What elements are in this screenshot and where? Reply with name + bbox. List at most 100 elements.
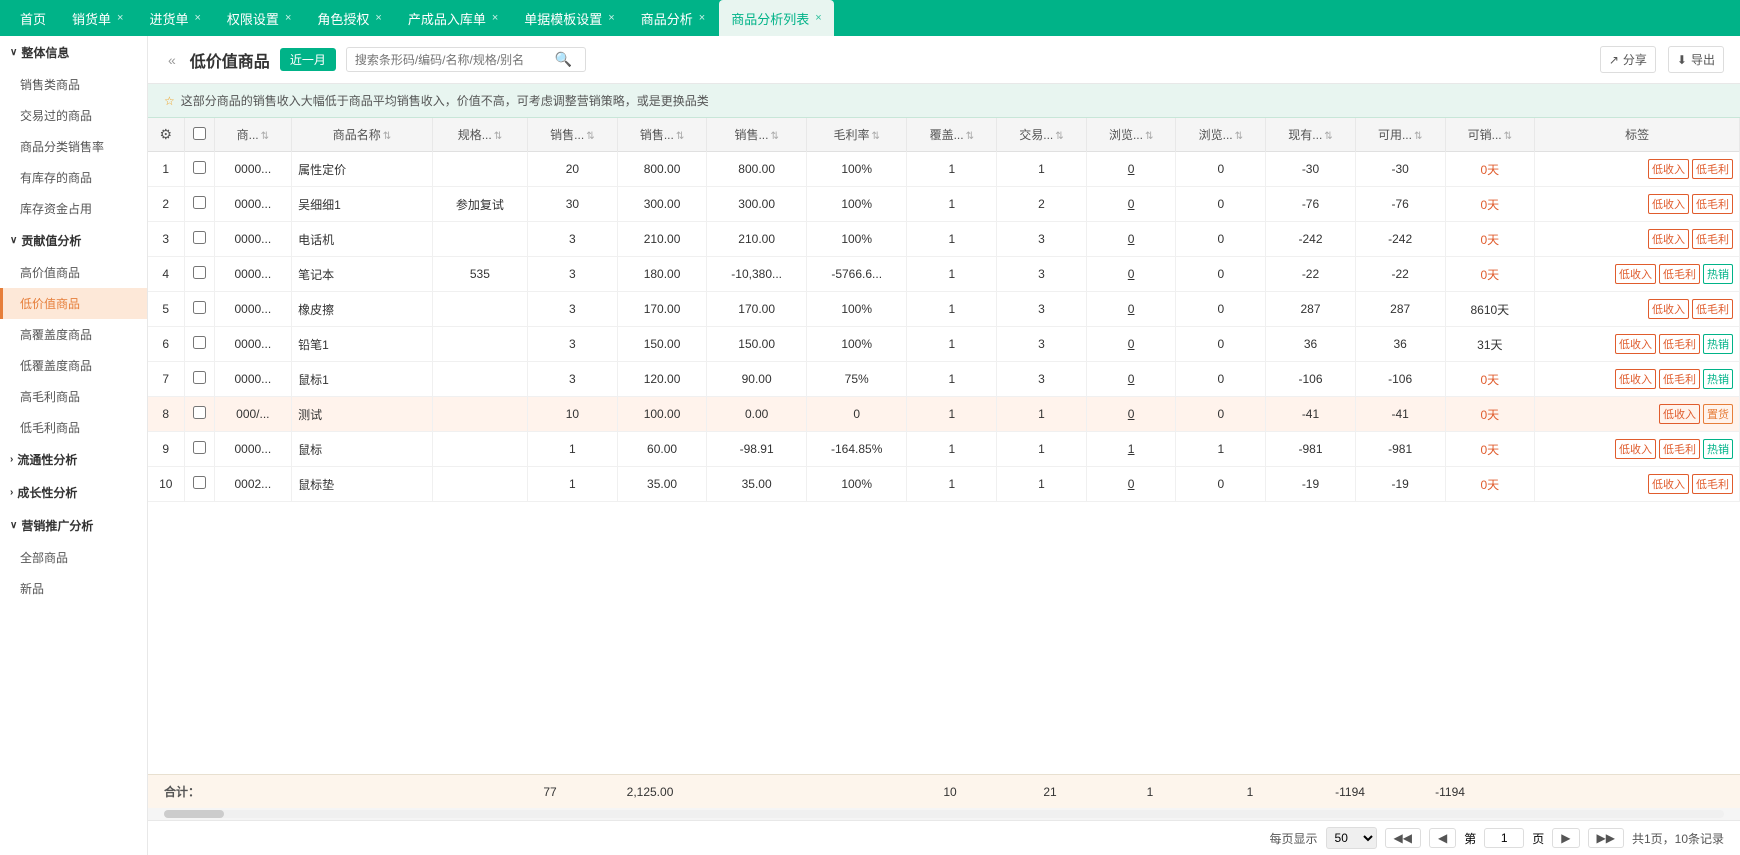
row-checkbox[interactable] — [193, 371, 206, 384]
nav-permission[interactable]: 权限设置 × — [215, 0, 303, 36]
tag-badge[interactable]: 低收入 — [1615, 334, 1656, 354]
browse1-link[interactable]: 0 — [1128, 337, 1135, 351]
tag-badge[interactable]: 热销 — [1703, 264, 1733, 284]
cell-checkbox[interactable] — [184, 432, 214, 467]
search-input[interactable] — [355, 53, 555, 67]
tag-badge[interactable]: 低毛利 — [1692, 229, 1733, 249]
scrollbar-thumb[interactable] — [164, 810, 224, 818]
sidebar-group-overall[interactable]: ∨ 整体信息 — [0, 36, 147, 69]
sidebar-group-marketing[interactable]: ∨ 营销推广分析 — [0, 509, 147, 542]
browse1-link[interactable]: 0 — [1128, 477, 1135, 491]
nav-home[interactable]: 首页 — [8, 0, 58, 36]
cell-checkbox[interactable] — [184, 397, 214, 432]
cell-browse1[interactable]: 0 — [1086, 397, 1176, 432]
close-icon[interactable]: × — [699, 12, 705, 24]
share-btn[interactable]: ↗ 分享 — [1600, 46, 1656, 73]
nav-product-analysis[interactable]: 商品分析 × — [629, 0, 717, 36]
nav-product-inbound[interactable]: 产成品入库单 × — [396, 0, 510, 36]
tag-badge[interactable]: 低毛利 — [1692, 194, 1733, 214]
cell-checkbox[interactable] — [184, 327, 214, 362]
close-icon[interactable]: × — [194, 12, 200, 24]
browse1-link[interactable]: 0 — [1128, 197, 1135, 211]
tag-badge[interactable]: 低收入 — [1648, 194, 1689, 214]
nav-purchase-order[interactable]: 进货单 × — [137, 0, 212, 36]
close-icon[interactable]: × — [492, 12, 498, 24]
col-gross-margin[interactable]: 毛利率⇅ — [806, 118, 907, 152]
row-checkbox[interactable] — [193, 476, 206, 489]
browse1-link[interactable]: 1 — [1128, 442, 1135, 456]
tag-badge[interactable]: 低收入 — [1659, 404, 1700, 424]
nav-template-settings[interactable]: 单据模板设置 × — [512, 0, 626, 36]
nav-product-analysis-list[interactable]: 商品分析列表 × — [719, 0, 833, 36]
sidebar-item-category-sales-rate[interactable]: 商品分类销售率 — [0, 131, 147, 162]
close-icon[interactable]: × — [608, 12, 614, 24]
page-size-select[interactable]: 50 100 200 — [1326, 827, 1377, 849]
row-checkbox[interactable] — [193, 336, 206, 349]
next-page-btn[interactable]: ▶ — [1552, 828, 1579, 848]
sidebar-group-growth[interactable]: › 成长性分析 — [0, 476, 147, 509]
tag-badge[interactable]: 低毛利 — [1692, 299, 1733, 319]
tag-badge[interactable]: 热销 — [1703, 439, 1733, 459]
col-transaction[interactable]: 交易...⇅ — [997, 118, 1087, 152]
tag-badge[interactable]: 低收入 — [1648, 229, 1689, 249]
tag-badge[interactable]: 低毛利 — [1659, 439, 1700, 459]
row-checkbox[interactable] — [193, 441, 206, 454]
cell-browse1[interactable]: 0 — [1086, 222, 1176, 257]
horizontal-scrollbar[interactable] — [164, 810, 1724, 818]
sidebar-item-sales-products[interactable]: 销售类商品 — [0, 69, 147, 100]
sidebar-item-low-coverage[interactable]: 低覆盖度商品 — [0, 350, 147, 381]
cell-browse1[interactable]: 1 — [1086, 432, 1176, 467]
export-btn[interactable]: ⬇ 导出 — [1668, 46, 1724, 73]
sidebar-item-low-value[interactable]: 低价值商品 — [0, 288, 147, 319]
col-sales-amt[interactable]: 销售...⇅ — [617, 118, 707, 152]
filter-period-btn[interactable]: 近一月 — [280, 48, 336, 71]
tag-badge[interactable]: 置货 — [1703, 404, 1733, 424]
cell-browse1[interactable]: 0 — [1086, 187, 1176, 222]
tag-badge[interactable]: 低收入 — [1648, 159, 1689, 179]
col-code[interactable]: 商...⇅ — [214, 118, 292, 152]
tag-badge[interactable]: 低毛利 — [1659, 369, 1700, 389]
col-select-all[interactable] — [184, 118, 214, 152]
cell-checkbox[interactable] — [184, 187, 214, 222]
col-saleable[interactable]: 可销...⇅ — [1445, 118, 1535, 152]
col-coverage[interactable]: 覆盖...⇅ — [907, 118, 997, 152]
sidebar-item-all-products[interactable]: 全部商品 — [0, 542, 147, 573]
row-checkbox[interactable] — [193, 301, 206, 314]
tag-badge[interactable]: 热销 — [1703, 334, 1733, 354]
nav-sales-order[interactable]: 销货单 × — [60, 0, 135, 36]
cell-checkbox[interactable] — [184, 257, 214, 292]
tag-badge[interactable]: 热销 — [1703, 369, 1733, 389]
col-current[interactable]: 现有...⇅ — [1266, 118, 1356, 152]
tag-badge[interactable]: 低收入 — [1615, 439, 1656, 459]
nav-role-auth[interactable]: 角色授权 × — [305, 0, 393, 36]
tag-badge[interactable]: 低收入 — [1648, 299, 1689, 319]
last-page-btn[interactable]: ▶▶ — [1588, 828, 1624, 848]
sidebar-group-contribution[interactable]: ∨ 贡献值分析 — [0, 224, 147, 257]
tag-badge[interactable]: 低毛利 — [1692, 159, 1733, 179]
browse1-link[interactable]: 0 — [1128, 267, 1135, 281]
cell-browse1[interactable]: 0 — [1086, 467, 1176, 502]
close-icon[interactable]: × — [285, 12, 291, 24]
browse1-link[interactable]: 0 — [1128, 162, 1135, 176]
row-checkbox[interactable] — [193, 406, 206, 419]
sidebar-item-high-coverage[interactable]: 高覆盖度商品 — [0, 319, 147, 350]
row-checkbox[interactable] — [193, 266, 206, 279]
col-browse2[interactable]: 浏览...⇅ — [1176, 118, 1266, 152]
sidebar-item-new-products[interactable]: 新品 — [0, 573, 147, 604]
tag-badge[interactable]: 低收入 — [1615, 264, 1656, 284]
sidebar-item-high-margin[interactable]: 高毛利商品 — [0, 381, 147, 412]
sidebar-toggle-btn[interactable]: « — [164, 48, 180, 72]
cell-browse1[interactable]: 0 — [1086, 257, 1176, 292]
sidebar-item-stock-products[interactable]: 有库存的商品 — [0, 162, 147, 193]
row-checkbox[interactable] — [193, 231, 206, 244]
tag-badge[interactable]: 低收入 — [1648, 474, 1689, 494]
select-all-checkbox[interactable] — [193, 127, 206, 140]
tag-badge[interactable]: 低毛利 — [1659, 334, 1700, 354]
cell-browse1[interactable]: 0 — [1086, 362, 1176, 397]
sidebar-item-stock-capital[interactable]: 库存资金占用 — [0, 193, 147, 224]
close-icon[interactable]: × — [815, 12, 821, 24]
row-checkbox[interactable] — [193, 161, 206, 174]
tag-badge[interactable]: 低收入 — [1615, 369, 1656, 389]
cell-checkbox[interactable] — [184, 362, 214, 397]
tag-badge[interactable]: 低毛利 — [1692, 474, 1733, 494]
